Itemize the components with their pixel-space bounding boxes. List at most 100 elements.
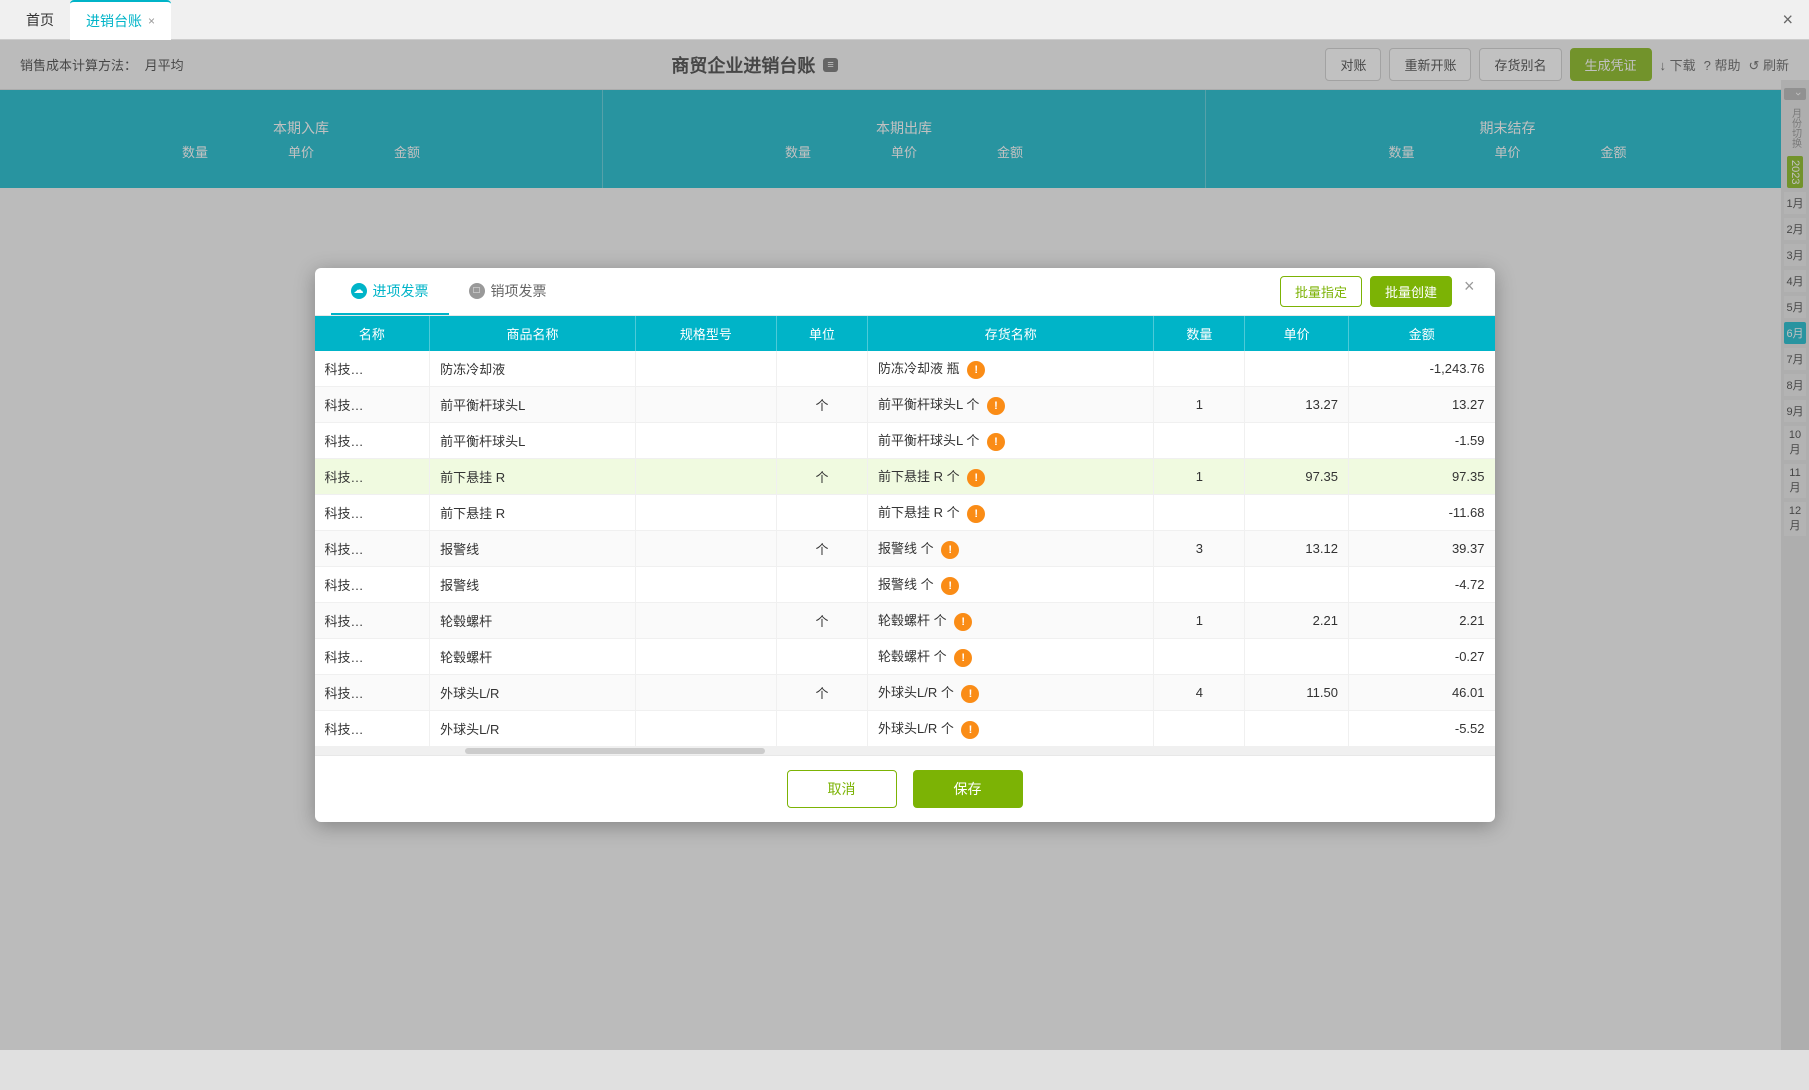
cell-product: 前平衡杆球头L: [430, 387, 636, 423]
cell-name: 科技…: [315, 639, 430, 675]
batch-assign-button[interactable]: 批量指定: [1280, 276, 1362, 307]
table-row: 科技… 轮毂螺杆 轮毂螺杆 个 ! -0.27: [315, 639, 1495, 675]
cell-price: 13.12: [1245, 531, 1349, 567]
tab-close-icon[interactable]: ×: [148, 14, 155, 28]
cell-name: 科技…: [315, 459, 430, 495]
cell-qty: 1: [1154, 459, 1245, 495]
cell-qty: 1: [1154, 387, 1245, 423]
cell-unit: [777, 639, 868, 675]
modal-close-button[interactable]: ×: [1460, 276, 1479, 307]
tab-home[interactable]: 首页: [10, 0, 70, 40]
table-row: 科技… 报警线 个 报警线 个 ! 3 13.12 39.37: [315, 531, 1495, 567]
invoice-table: 名称 商品名称 规格型号 单位 存货名称 数量 单价 金额: [315, 316, 1495, 747]
cell-unit: 个: [777, 675, 868, 711]
cell-unit: 个: [777, 387, 868, 423]
modal-tabs: ☁ 进项发票 □ 销项发票: [331, 269, 567, 315]
cell-qty: [1154, 495, 1245, 531]
warning-icon: !: [967, 505, 985, 523]
cell-stock: 前平衡杆球头L 个 !: [868, 423, 1154, 459]
cell-price: [1245, 495, 1349, 531]
cell-unit: 个: [777, 531, 868, 567]
warning-icon: !: [941, 541, 959, 559]
tab-sale-invoice[interactable]: □ 销项发票: [449, 269, 567, 315]
tab-purchase-invoice[interactable]: ☁ 进项发票: [331, 269, 449, 315]
cell-stock: 前平衡杆球头L 个 !: [868, 387, 1154, 423]
modal-table-wrapper[interactable]: 名称 商品名称 规格型号 单位 存货名称 数量 单价 金额: [315, 316, 1495, 747]
modal-backdrop: ☁ 进项发票 □ 销项发票 批量指定 批量创建 ×: [0, 40, 1809, 1050]
cell-unit: [777, 567, 868, 603]
window-close-button[interactable]: ×: [1782, 9, 1793, 30]
cell-stock: 外球头L/R 个 !: [868, 675, 1154, 711]
warning-icon: !: [961, 685, 979, 703]
cell-stock: 报警线 个 !: [868, 531, 1154, 567]
cell-stock: 报警线 个 !: [868, 567, 1154, 603]
cell-stock: 防冻冷却液 瓶 !: [868, 351, 1154, 387]
cell-amount: 39.37: [1348, 531, 1494, 567]
cell-name: 科技…: [315, 351, 430, 387]
cell-product: 轮毂螺杆: [430, 603, 636, 639]
cell-stock: 前下悬挂 R 个 !: [868, 459, 1154, 495]
table-row: 科技… 前平衡杆球头L 个 前平衡杆球头L 个 ! 1 13.27 13.27: [315, 387, 1495, 423]
cell-amount: -4.72: [1348, 567, 1494, 603]
cell-price: 11.50: [1245, 675, 1349, 711]
warning-icon: !: [954, 613, 972, 631]
cell-spec: [635, 495, 776, 531]
cell-product: 防冻冷却液: [430, 351, 636, 387]
cell-name: 科技…: [315, 495, 430, 531]
cell-unit: [777, 423, 868, 459]
batch-create-button[interactable]: 批量创建: [1370, 276, 1452, 307]
table-row: 科技… 外球头L/R 个 外球头L/R 个 ! 4 11.50 46.01: [315, 675, 1495, 711]
tab-ledger[interactable]: 进销台账 ×: [70, 0, 171, 40]
cell-unit: [777, 711, 868, 747]
cell-product: 外球头L/R: [430, 711, 636, 747]
cell-qty: [1154, 639, 1245, 675]
col-header-name: 名称: [315, 316, 430, 351]
cell-spec: [635, 423, 776, 459]
warning-icon: !: [954, 649, 972, 667]
cell-amount: -1.59: [1348, 423, 1494, 459]
cell-price: [1245, 639, 1349, 675]
warning-icon: !: [967, 469, 985, 487]
purchase-invoice-icon: ☁: [351, 283, 367, 299]
save-button[interactable]: 保存: [913, 770, 1023, 808]
tab-bar: 首页 进销台账 × ×: [0, 0, 1809, 40]
cell-name: 科技…: [315, 567, 430, 603]
table-row: 科技… 前下悬挂 R 前下悬挂 R 个 ! -11.68: [315, 495, 1495, 531]
cell-product: 前平衡杆球头L: [430, 423, 636, 459]
cell-name: 科技…: [315, 531, 430, 567]
cell-product: 报警线: [430, 531, 636, 567]
cell-spec: [635, 351, 776, 387]
cell-price: [1245, 567, 1349, 603]
cell-price: [1245, 423, 1349, 459]
cell-unit: [777, 351, 868, 387]
cell-qty: 4: [1154, 675, 1245, 711]
modal-header-actions: 批量指定 批量创建 ×: [1280, 276, 1479, 307]
sale-invoice-icon: □: [469, 283, 485, 299]
table-row: 科技… 前平衡杆球头L 前平衡杆球头L 个 ! -1.59: [315, 423, 1495, 459]
col-header-qty: 数量: [1154, 316, 1245, 351]
cell-spec: [635, 387, 776, 423]
cell-spec: [635, 675, 776, 711]
warning-icon: !: [987, 397, 1005, 415]
cell-product: 外球头L/R: [430, 675, 636, 711]
cancel-button[interactable]: 取消: [787, 770, 897, 808]
warning-icon: !: [941, 577, 959, 595]
cell-amount: -1,243.76: [1348, 351, 1494, 387]
cell-price: [1245, 711, 1349, 747]
cell-spec: [635, 567, 776, 603]
col-header-stock: 存货名称: [868, 316, 1154, 351]
cell-product: 前下悬挂 R: [430, 495, 636, 531]
cell-amount: 2.21: [1348, 603, 1494, 639]
scrollbar-thumb[interactable]: [465, 748, 765, 754]
cell-product: 前下悬挂 R: [430, 459, 636, 495]
cell-price: 97.35: [1245, 459, 1349, 495]
cell-spec: [635, 603, 776, 639]
cell-unit: 个: [777, 603, 868, 639]
cell-stock: 前下悬挂 R 个 !: [868, 495, 1154, 531]
table-row: 科技… 外球头L/R 外球头L/R 个 ! -5.52: [315, 711, 1495, 747]
cell-stock: 轮毂螺杆 个 !: [868, 639, 1154, 675]
table-scrollbar[interactable]: [315, 747, 1495, 755]
cell-amount: -11.68: [1348, 495, 1494, 531]
modal-body: 名称 商品名称 规格型号 单位 存货名称 数量 单价 金额: [315, 316, 1495, 755]
modal-header: ☁ 进项发票 □ 销项发票 批量指定 批量创建 ×: [315, 268, 1495, 316]
